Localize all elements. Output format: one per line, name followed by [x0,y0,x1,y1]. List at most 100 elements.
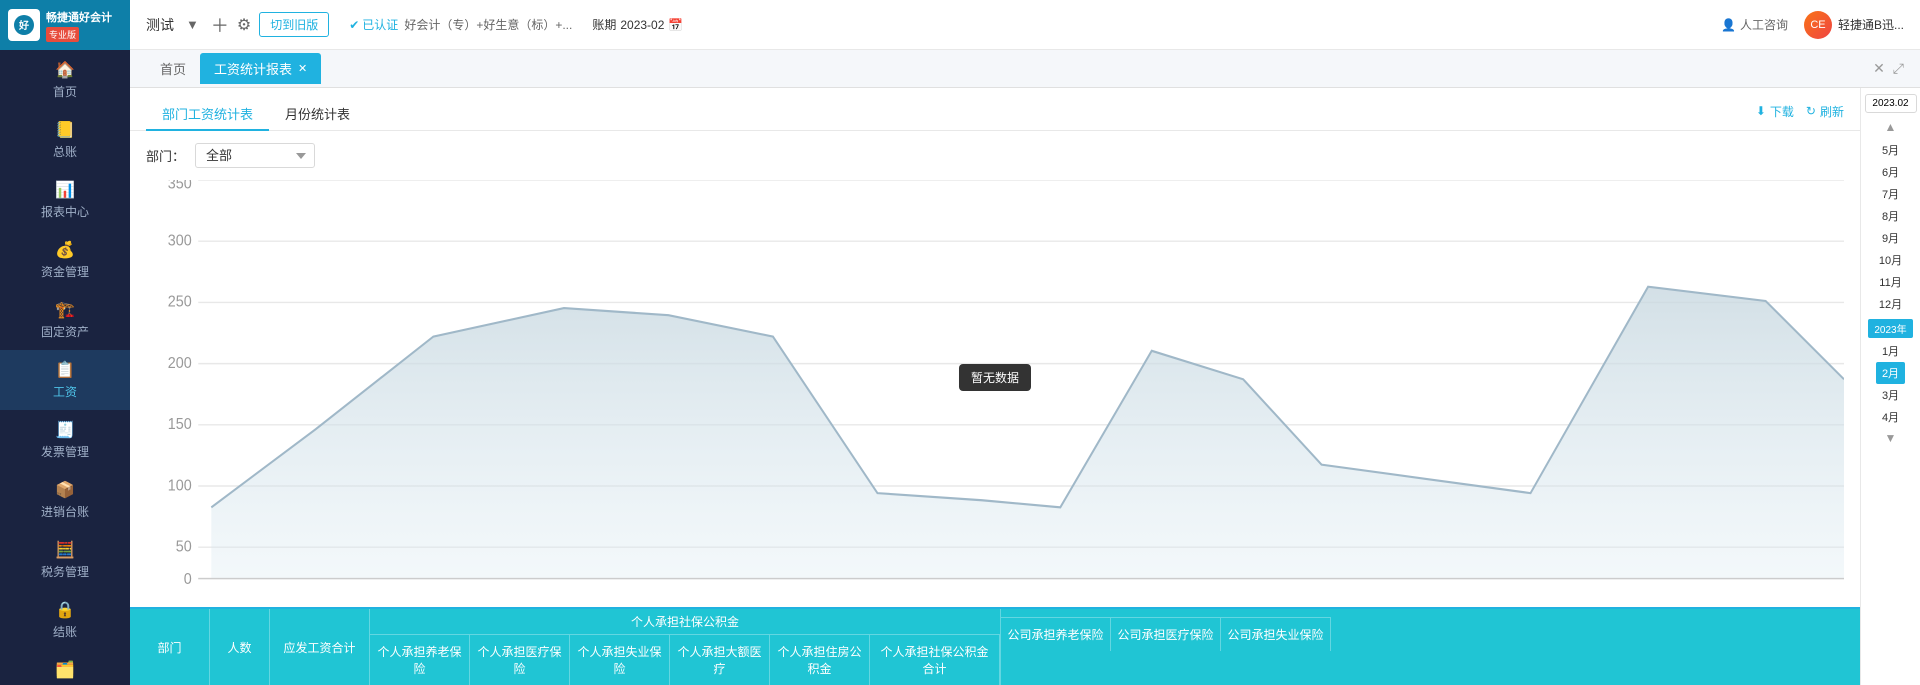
chart-container: 0 50 100 150 200 250 300 350 [146,180,1844,607]
sidebar-nav: 🏠首页📒总账📊报表中心💰资金管理🏗️固定资产 📋 工资 🧾 发票管理 📦进销台账🧮税务管理… [0,50,130,685]
certified-icon: ✔ [349,18,359,32]
sidebar-item-ledger[interactable]: 📒总账 [0,110,130,170]
month-3[interactable]: 3月 [1876,384,1905,406]
topbar-dropdown[interactable]: ▼ [186,17,199,32]
svg-text:150: 150 [168,416,192,434]
year-up-btn[interactable]: ▲ [1881,117,1901,137]
user-avatar: CE [1804,11,1832,39]
topbar: 测试 ▼ ＋ ⚙ 切到旧版 ✔ 已认证 好会计（专）+好生意（标）+... 账期… [130,0,1920,50]
date-picker-input[interactable] [1865,94,1917,113]
sub-tab-monthly[interactable]: 月份统计表 [269,98,366,131]
month-9[interactable]: 9月 [1873,227,1908,249]
sales-icon: 📦 [55,480,75,500]
th-personal-major-medical: 个人承担大额医疗 [670,635,770,685]
sidebar-item-assets[interactable]: 🏗️固定资产 [0,290,130,350]
gear-icon[interactable]: ⚙ [237,15,251,35]
sidebar-label-assets: 固定资产 [41,323,89,340]
sidebar-item-archive[interactable]: 🗂️归档管理 [0,650,130,685]
support-btn[interactable]: 👤 人工咨询 [1721,16,1788,33]
switch-old-btn[interactable]: 切到旧版 [259,12,329,37]
month-2-active[interactable]: 2月 [1876,362,1905,384]
th-company-unemployment: 公司承担失业保险 [1221,618,1331,651]
app-name: 畅捷通好会计 [46,9,112,25]
svg-text:350: 350 [168,180,192,193]
refresh-btn[interactable]: ↻ 刷新 [1806,103,1844,120]
table-header: 部门 人数 应发工资合计 个人承担社保公积金 个人承担养老保险 个人承担医疗保险 [130,609,1860,685]
month-10[interactable]: 10月 [1873,249,1908,271]
th-personal-pension: 个人承担养老保险 [370,635,470,685]
th-company-title [1001,609,1331,618]
sidebar-item-salary[interactable]: 📋 工资 [0,350,130,410]
sub-tab-actions: ⬇ 下载 ↻ 刷新 [1756,103,1844,126]
sidebar-item-reports[interactable]: 📊报表中心 [0,170,130,230]
refresh-icon: ↻ [1806,104,1816,118]
month-1[interactable]: 1月 [1876,340,1905,362]
download-btn[interactable]: ⬇ 下载 [1756,103,1794,120]
window-close-btn[interactable]: ✕ [1873,60,1885,77]
tab-salary-report[interactable]: 工资统计报表 ✕ [200,53,321,84]
support-label: 人工咨询 [1740,16,1788,33]
chart-area: 0 50 100 150 200 250 300 350 [130,180,1860,607]
app-logo-text: 畅捷通好会计 专业版 [46,9,112,42]
svg-text:好: 好 [18,19,29,32]
month-6[interactable]: 6月 [1873,161,1908,183]
refresh-label: 刷新 [1820,103,1844,120]
dept-filter-select[interactable]: 全部 部门一 部门二 [195,143,315,168]
sidebar-label-reports: 报表中心 [41,203,89,220]
topbar-right: 👤 人工咨询 CE 轻捷通B迅... [1721,11,1904,39]
sidebar-item-funds[interactable]: 💰资金管理 [0,230,130,290]
current-year-label[interactable]: 2023年 [1868,319,1912,338]
tab-window-controls: ✕ ⤢ [1873,60,1904,77]
th-personal-total: 个人承担社保公积金合计 [870,635,1000,685]
sidebar-logo: 好 畅捷通好会计 专业版 [0,0,130,50]
invoice-icon: 🧾 [55,420,75,440]
sub-tab-dept-label: 部门工资统计表 [162,107,253,122]
sidebar-label-closing: 结账 [53,623,77,640]
month-7[interactable]: 7月 [1873,183,1908,205]
chart-svg: 0 50 100 150 200 250 300 350 [146,180,1844,607]
sidebar-label-salary: 工资 [53,383,77,400]
th-personal-cols: 个人承担养老保险 个人承担医疗保险 个人承担失业保险 个人承担大额医疗 个人承担… [370,635,1000,685]
home-icon: 🏠 [55,60,75,80]
period-label: 账期 [592,16,616,33]
tab-close-icon[interactable]: ✕ [298,62,307,75]
salary-icon: 📋 [55,360,75,380]
app-badge: 专业版 [46,27,79,42]
tab-salary-label: 工资统计报表 [214,59,292,78]
tab-home[interactable]: 首页 [146,53,200,84]
th-personal-group: 个人承担社保公积金 个人承担养老保险 个人承担医疗保险 个人承担失业保险 个人承… [370,609,1001,685]
sub-tab-dept[interactable]: 部门工资统计表 [146,98,269,131]
certified-label: 已认证 [362,16,398,33]
sidebar-label-invoice: 发票管理 [41,443,89,460]
user-menu[interactable]: CE 轻捷通B迅... [1804,11,1904,39]
certified-badge: ✔ 已认证 [349,16,398,33]
sidebar: 好 畅捷通好会计 专业版 🏠首页📒总账📊报表中心💰资金管理🏗️固定资产 📋 工资 🧾 发… [0,0,130,685]
add-icon[interactable]: ＋ [211,12,229,38]
sidebar-label-tax: 税务管理 [41,563,89,580]
month-5[interactable]: 5月 [1873,139,1908,161]
month-8[interactable]: 8月 [1873,205,1908,227]
current-year-months: 1月 2月 3月 4月 [1876,340,1905,428]
month-4[interactable]: 4月 [1876,406,1905,428]
closing-icon: 🔒 [55,600,75,620]
sidebar-item-sales[interactable]: 📦进销台账 [0,470,130,530]
funds-icon: 💰 [55,240,75,260]
topbar-title: 测试 [146,15,174,35]
sub-tab-monthly-label: 月份统计表 [285,107,350,122]
support-icon: 👤 [1721,18,1736,32]
month-11[interactable]: 11月 [1873,271,1908,293]
month-12[interactable]: 12月 [1873,293,1908,315]
th-personal-housing: 个人承担住房公积金 [770,635,870,685]
year-down-btn[interactable]: ▼ [1881,428,1901,448]
sidebar-item-closing[interactable]: 🔒 结账 [0,590,130,650]
sidebar-item-home[interactable]: 🏠首页 [0,50,130,110]
th-company-medical: 公司承担医疗保险 [1111,618,1221,651]
window-maximize-btn[interactable]: ⤢ [1893,60,1904,77]
sidebar-item-invoice[interactable]: 🧾 发票管理 [0,410,130,470]
sidebar-item-tax[interactable]: 🧮税务管理 [0,530,130,590]
svg-text:250: 250 [168,293,192,311]
calendar-icon[interactable]: 📅 [668,18,683,32]
th-personal-title: 个人承担社保公积金 [370,609,1000,635]
th-company-pension: 公司承担养老保险 [1001,618,1111,651]
th-company-group: 公司承担养老保险 公司承担医疗保险 公司承担失业保险 [1001,609,1331,685]
